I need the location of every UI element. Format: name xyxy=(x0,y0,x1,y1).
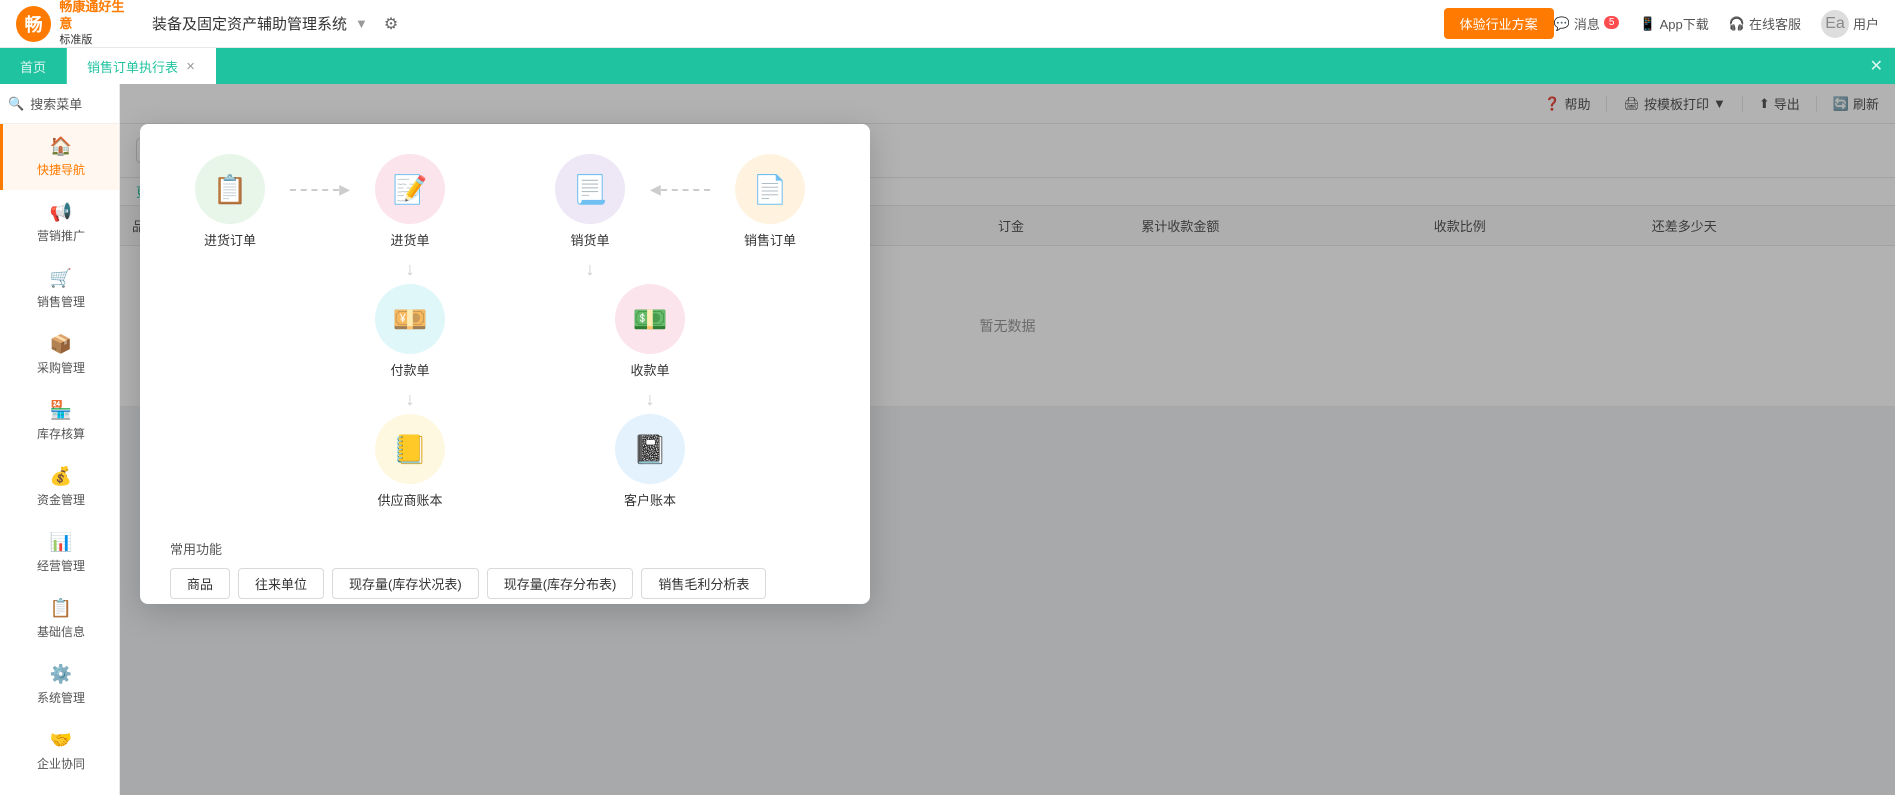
arrow-purchase-order-to-bill: ▶ xyxy=(290,181,350,222)
marketing-icon: 📢 xyxy=(50,202,72,223)
func-btn-partner[interactable]: 往来单位 xyxy=(238,568,324,599)
func-buttons-row-1: 商品 往来单位 现存量(库存状况表) 现存量(库存分布表) 销售毛利分析表 商品… xyxy=(170,568,840,604)
close-all-tabs-btn[interactable]: ✕ xyxy=(1858,48,1895,84)
enterprise-icon: 🤝 xyxy=(50,730,72,751)
finance-icon: 💰 xyxy=(50,466,72,487)
down-arrows-row-2: ↓ ↓ xyxy=(170,389,840,410)
system-title-text: 装备及固定资产辅助管理系统 xyxy=(152,13,347,34)
sidebar-item-guide[interactable]: 📖 新手引导 xyxy=(0,784,119,795)
tab-close-icon[interactable]: ✕ xyxy=(186,60,195,73)
search-menu-btn[interactable]: 🔍 搜索菜单 xyxy=(0,84,119,124)
basic-info-icon: 📋 xyxy=(50,598,72,619)
header-right: 💬 消息 5 📱 App下载 🎧 在线客服 Ea 用户 xyxy=(1554,10,1879,38)
common-functions-title: 常用功能 xyxy=(170,539,840,558)
sidebar-item-marketing[interactable]: 📢 营销推广 xyxy=(0,190,119,256)
sidebar-item-sales[interactable]: 🛒 销售管理 xyxy=(0,256,119,322)
supplier-ledger-icon: 📒 xyxy=(375,414,445,484)
user-menu-btn[interactable]: Ea 用户 xyxy=(1821,10,1879,38)
content-area: ❓ 帮助 🖨 按模板打印 ▼ ⬆ 导出 🔄 刷新 📅 xyxy=(120,84,1895,795)
home-icon: 🏠 xyxy=(50,136,72,157)
sales-bill-icon: 📃 xyxy=(555,154,625,224)
down-arrows-row: ↓ ↓ xyxy=(170,259,840,280)
sidebar-item-quick-nav[interactable]: 🏠 快捷导航 xyxy=(0,124,119,190)
purchase-bill-icon: 📝 xyxy=(375,154,445,224)
func-btn-stock-status[interactable]: 现存量(库存状况表) xyxy=(332,568,479,599)
tab-home[interactable]: 首页 xyxy=(0,48,67,84)
flow-node-customer-ledger[interactable]: 📓 客户账本 xyxy=(590,414,710,509)
nav-tabs: 首页 销售订单执行表 ✕ ✕ xyxy=(0,48,1895,84)
logo-area: 畅 畅康通好生意 标准版 xyxy=(16,0,136,48)
flow-node-sales-order[interactable]: 📄 销售订单 xyxy=(710,154,830,249)
top-header: 畅 畅康通好生意 标准版 装备及固定资产辅助管理系统 ▼ ⚙ 体验行业方案 💬 … xyxy=(0,0,1895,48)
online-service-btn[interactable]: 🎧 在线客服 xyxy=(1729,14,1801,33)
sidebar-item-purchase[interactable]: 📦 采购管理 xyxy=(0,322,119,388)
main-layout: 🔍 搜索菜单 🏠 快捷导航 📢 营销推广 🛒 销售管理 📦 采购管理 🏪 库存核… xyxy=(0,84,1895,795)
app-icon: 📱 xyxy=(1639,16,1655,32)
logo-icon: 畅 xyxy=(16,6,51,42)
func-btn-stock-dist[interactable]: 现存量(库存分布表) xyxy=(487,568,634,599)
arrow-sales-order-to-bill: ▶ xyxy=(650,181,710,222)
message-badge: 5 xyxy=(1604,16,1620,29)
customer-ledger-icon: 📓 xyxy=(615,414,685,484)
purchase-order-icon: 📋 xyxy=(195,154,265,224)
flow-node-payment-bill[interactable]: 💴 付款单 xyxy=(350,284,470,379)
sidebar-item-operations[interactable]: 📊 经营管理 xyxy=(0,520,119,586)
sidebar-item-basic-info[interactable]: 📋 基础信息 xyxy=(0,586,119,652)
func-btn-product[interactable]: 商品 xyxy=(170,568,230,599)
flow-row-1: 📋 进货订单 ▶ 📝 进货单 xyxy=(170,154,840,249)
sidebar-item-finance[interactable]: 💰 资金管理 xyxy=(0,454,119,520)
flow-diagram: 📋 进货订单 ▶ 📝 进货单 xyxy=(170,154,840,519)
sidebar-item-system[interactable]: ⚙️ 系统管理 xyxy=(0,652,119,718)
modal-box: 📋 进货订单 ▶ 📝 进货单 xyxy=(140,124,870,604)
flow-node-purchase-bill[interactable]: 📝 进货单 xyxy=(350,154,470,249)
receipt-bill-icon: 💵 xyxy=(615,284,685,354)
flow-row-3: 📒 供应商账本 📓 客户账本 xyxy=(170,414,840,509)
operations-icon: 📊 xyxy=(50,532,72,553)
logo-text: 畅康通好生意 标准版 xyxy=(59,0,136,48)
app-download-btn[interactable]: 📱 App下载 xyxy=(1639,14,1708,33)
flow-node-purchase-order[interactable]: 📋 进货订单 xyxy=(170,154,290,249)
gear-icon[interactable]: ⚙ xyxy=(384,14,398,34)
system-title: 装备及固定资产辅助管理系统 ▼ ⚙ xyxy=(152,13,1428,34)
inventory-icon: 🏪 xyxy=(50,400,72,421)
payment-bill-icon: 💴 xyxy=(375,284,445,354)
modal-overlay[interactable]: 📋 进货订单 ▶ 📝 进货单 xyxy=(120,84,1895,795)
message-icon: 💬 xyxy=(1554,16,1570,32)
flow-node-supplier-ledger[interactable]: 📒 供应商账本 xyxy=(350,414,470,509)
system-icon: ⚙️ xyxy=(50,664,72,685)
service-icon: 🎧 xyxy=(1729,16,1745,32)
sidebar-item-enterprise[interactable]: 🤝 企业协同 xyxy=(0,718,119,784)
sales-order-icon: 📄 xyxy=(735,154,805,224)
flow-node-sales-bill[interactable]: 📃 销货单 xyxy=(530,154,650,249)
flow-row-2: 💴 付款单 💵 收款单 xyxy=(170,284,840,379)
flow-node-receipt-bill[interactable]: 💵 收款单 xyxy=(590,284,710,379)
sidebar-item-inventory[interactable]: 🏪 库存核算 xyxy=(0,388,119,454)
func-btn-sales-profit[interactable]: 销售毛利分析表 xyxy=(641,568,766,599)
search-icon: 🔍 xyxy=(8,96,24,112)
common-functions: 常用功能 商品 往来单位 现存量(库存状况表) 现存量(库存分布表) 销售毛利分… xyxy=(170,539,840,604)
experience-btn[interactable]: 体验行业方案 xyxy=(1444,8,1554,39)
sidebar: 🔍 搜索菜单 🏠 快捷导航 📢 营销推广 🛒 销售管理 📦 采购管理 🏪 库存核… xyxy=(0,84,120,795)
tab-sales-order[interactable]: 销售订单执行表 ✕ xyxy=(67,48,216,84)
dropdown-arrow-icon[interactable]: ▼ xyxy=(355,16,368,31)
user-avatar: Ea xyxy=(1821,10,1849,38)
message-btn[interactable]: 💬 消息 5 xyxy=(1554,14,1620,33)
purchase-icon: 📦 xyxy=(50,334,72,355)
sales-icon: 🛒 xyxy=(50,268,72,289)
